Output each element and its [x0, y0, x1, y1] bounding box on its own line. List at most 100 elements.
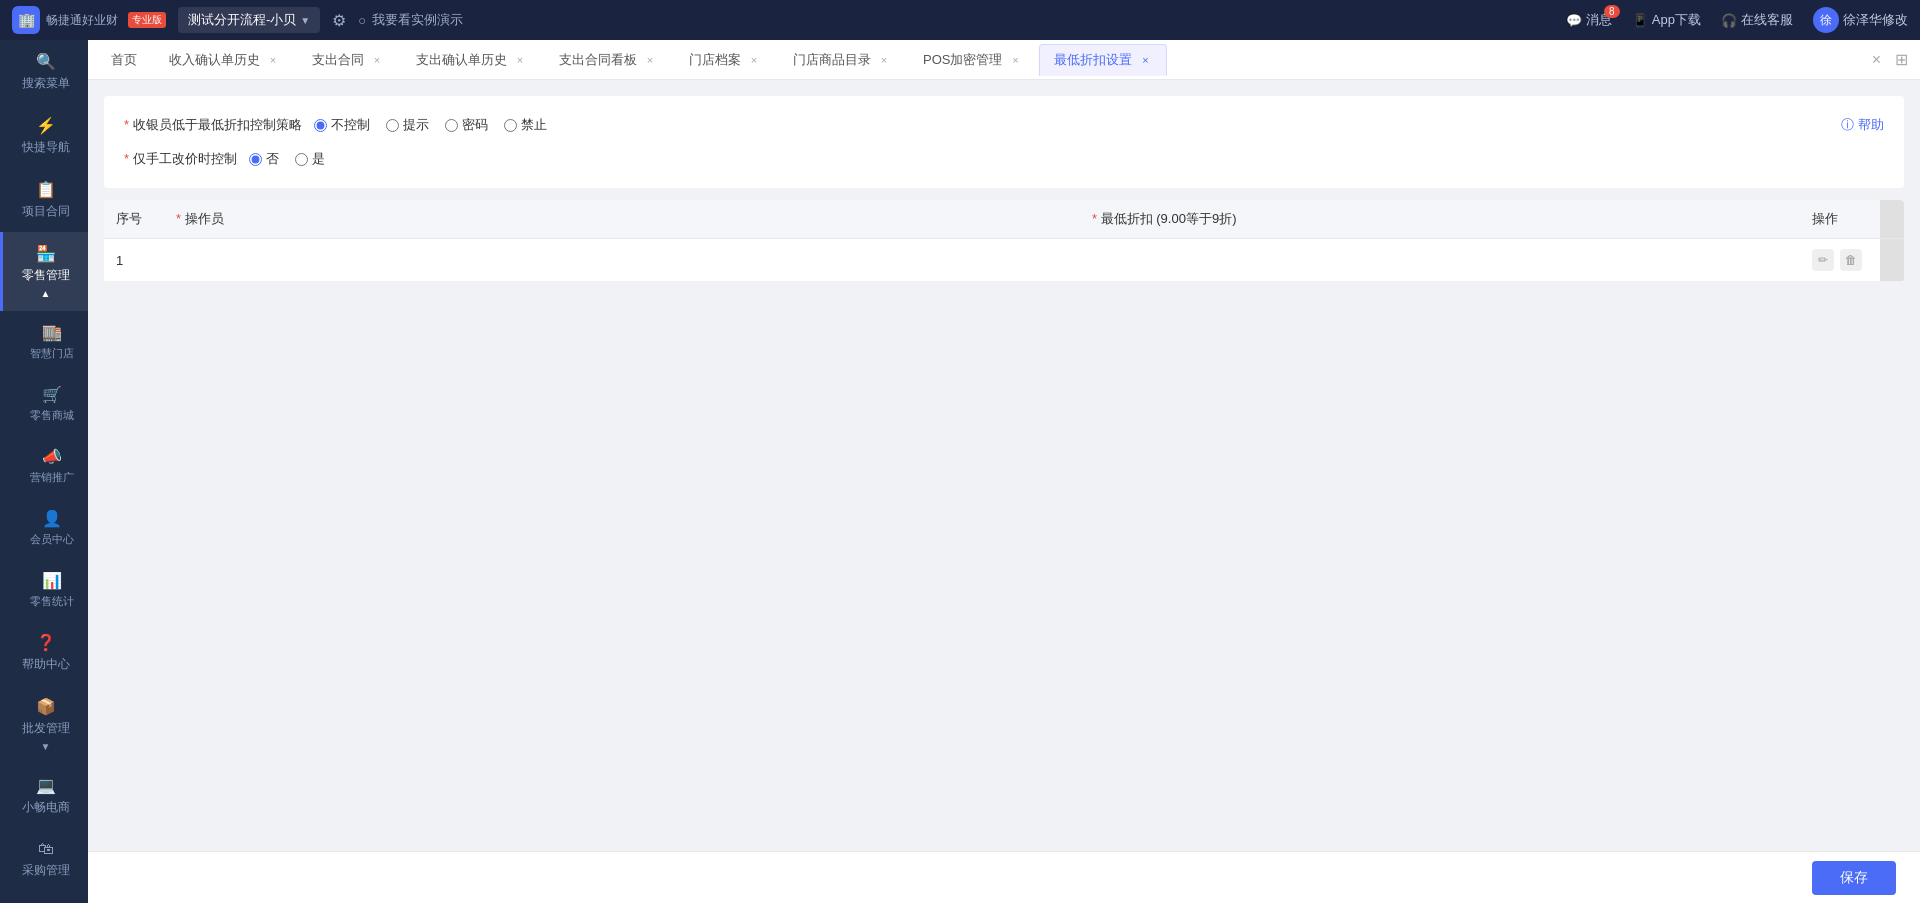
help-link[interactable]: ⓘ 帮助: [1841, 116, 1884, 134]
tab-payment-board-label: 支出合同看板: [559, 51, 637, 69]
tab-income-confirm-close[interactable]: ×: [266, 53, 280, 67]
sidebar-item-inventory[interactable]: 📦 库存核算: [0, 891, 88, 903]
user-name: 徐泽华修改: [1843, 11, 1908, 29]
message-icon: 💬: [1566, 13, 1582, 28]
sidebar-label-shortcut: 快捷导航: [22, 139, 70, 156]
tab-payment-board[interactable]: 支出合同看板 ×: [544, 44, 672, 75]
tab-min-discount-close[interactable]: ×: [1138, 53, 1152, 67]
help-icon: ⓘ: [1841, 116, 1854, 134]
user-menu[interactable]: 徐 徐泽华修改: [1813, 7, 1908, 33]
sidebar-item-project[interactable]: 📋 项目合同: [0, 168, 88, 232]
tab-home-label: 首页: [111, 51, 137, 69]
sidebar-label-member: 会员中心: [30, 532, 74, 547]
member-icon: 👤: [42, 509, 62, 528]
sidebar-item-online-store[interactable]: 🛒 零售商城: [0, 373, 88, 435]
manual-price-radio-group: 否 是: [249, 150, 325, 168]
sidebar-item-search[interactable]: 🔍 搜索菜单: [0, 40, 88, 104]
customer-service-label: 在线客服: [1741, 11, 1793, 29]
sidebar-item-wholesale[interactable]: 📦 批发管理 ▼: [0, 685, 88, 764]
tab-payment-contract-close[interactable]: ×: [370, 53, 384, 67]
sidebar-item-purchase[interactable]: 🛍 采购管理: [0, 828, 88, 891]
radio-manual-no-input[interactable]: [249, 153, 262, 166]
radio-manual-no-label: 否: [266, 150, 279, 168]
sidebar-item-ecommerce[interactable]: 💻 小畅电商: [0, 764, 88, 828]
tab-more-btn[interactable]: ⊞: [1891, 48, 1912, 71]
table-row: 1 ✏ 🗑: [104, 239, 1904, 282]
project-icon: 📋: [36, 180, 56, 199]
tab-payment-contract[interactable]: 支出合同 ×: [297, 44, 399, 75]
radio-forbid-input[interactable]: [504, 119, 517, 132]
sidebar-item-member[interactable]: 👤 会员中心: [0, 497, 88, 559]
settings-form-card: 收银员低于最低折扣控制策略 不控制 提示 密码: [104, 96, 1904, 188]
radio-no-control-input[interactable]: [314, 119, 327, 132]
radio-hint-input[interactable]: [386, 119, 399, 132]
tab-payment-contract-label: 支出合同: [312, 51, 364, 69]
logo-icon: 🏢: [12, 6, 40, 34]
online-store-icon: 🛒: [42, 385, 62, 404]
sidebar: 🔍 搜索菜单 ⚡ 快捷导航 📋 项目合同 🏪 零售管理 ▲ 🏬 智慧门店 🛒 零…: [0, 40, 88, 903]
project-name: 测试分开流程-小贝: [188, 11, 296, 29]
radio-no-control[interactable]: 不控制: [314, 116, 370, 134]
tab-bar: 首页 收入确认单历史 × 支出合同 × 支出确认单历史 × 支出合同看板 × 门…: [88, 40, 1920, 80]
sidebar-item-shortcut[interactable]: ⚡ 快捷导航: [0, 104, 88, 168]
edit-btn[interactable]: ✏: [1812, 249, 1834, 271]
radio-password-label: 密码: [462, 116, 488, 134]
tab-payment-confirm-close[interactable]: ×: [513, 53, 527, 67]
demo-link[interactable]: ○ 我要看实例演示: [358, 11, 463, 29]
avatar: 徐: [1813, 7, 1839, 33]
logo-area: 🏢 畅捷通好业财 专业版: [12, 6, 166, 34]
sidebar-item-retail[interactable]: 🏪 零售管理 ▲: [0, 232, 88, 311]
tab-min-discount[interactable]: 最低折扣设置 ×: [1039, 44, 1167, 76]
radio-hint[interactable]: 提示: [386, 116, 429, 134]
sidebar-item-help[interactable]: ❓ 帮助中心: [0, 621, 88, 685]
col-operator: 操作员: [164, 200, 1080, 239]
sidebar-label-project: 项目合同: [22, 203, 70, 220]
tab-close-btn[interactable]: ×: [1868, 49, 1885, 71]
delete-btn[interactable]: 🗑: [1840, 249, 1862, 271]
tab-payment-confirm[interactable]: 支出确认单历史 ×: [401, 44, 542, 75]
cell-min-discount[interactable]: [1080, 239, 1800, 282]
sidebar-label-help: 帮助中心: [22, 656, 70, 673]
help-icon: ❓: [36, 633, 56, 652]
discount-table-wrapper: 序号 操作员 最低折扣 (9.00等于9折) 操作 1: [104, 200, 1904, 282]
project-selector[interactable]: 测试分开流程-小贝 ▼: [178, 7, 320, 33]
purchase-icon: 🛍: [38, 840, 54, 858]
radio-forbid[interactable]: 禁止: [504, 116, 547, 134]
tab-payment-board-close[interactable]: ×: [643, 53, 657, 67]
tab-payment-confirm-label: 支出确认单历史: [416, 51, 507, 69]
sidebar-item-retail-stats[interactable]: 📊 零售统计: [0, 559, 88, 621]
sidebar-item-smart-store[interactable]: 🏬 智慧门店: [0, 311, 88, 373]
messages-btn[interactable]: 💬 消息 8: [1566, 11, 1612, 29]
cell-action: ✏ 🗑: [1800, 239, 1880, 282]
cell-operator[interactable]: [164, 239, 1080, 282]
tab-pos-encrypt-close[interactable]: ×: [1008, 53, 1022, 67]
tab-income-confirm[interactable]: 收入确认单历史 ×: [154, 44, 295, 75]
topbar-settings-icon[interactable]: ⚙: [332, 11, 346, 30]
app-download-btn[interactable]: 📱 App下载: [1632, 11, 1701, 29]
save-button[interactable]: 保存: [1812, 861, 1896, 895]
page-content: 收银员低于最低折扣控制策略 不控制 提示 密码: [88, 80, 1920, 851]
app-download-label: App下载: [1652, 11, 1701, 29]
sidebar-item-marketing[interactable]: 📣 营销推广: [0, 435, 88, 497]
radio-manual-no[interactable]: 否: [249, 150, 279, 168]
radio-password-input[interactable]: [445, 119, 458, 132]
shortcut-icon: ⚡: [36, 116, 56, 135]
tab-store-goods-close[interactable]: ×: [877, 53, 891, 67]
tab-store-goods[interactable]: 门店商品目录 ×: [778, 44, 906, 75]
radio-password[interactable]: 密码: [445, 116, 488, 134]
marketing-icon: 📣: [42, 447, 62, 466]
tab-store-file-close[interactable]: ×: [747, 53, 761, 67]
col-seq: 序号: [104, 200, 164, 239]
tab-income-confirm-label: 收入确认单历史: [169, 51, 260, 69]
table-header-row: 序号 操作员 最低折扣 (9.00等于9折) 操作: [104, 200, 1904, 239]
messages-badge: 8: [1604, 5, 1620, 18]
radio-manual-yes-input[interactable]: [295, 153, 308, 166]
smart-store-icon: 🏬: [42, 323, 62, 342]
tab-home[interactable]: 首页: [96, 44, 152, 75]
radio-manual-yes[interactable]: 是: [295, 150, 325, 168]
help-text: 帮助: [1858, 116, 1884, 134]
wholesale-expand-icon: ▼: [41, 741, 51, 752]
customer-service-btn[interactable]: 🎧 在线客服: [1721, 11, 1793, 29]
tab-store-file[interactable]: 门店档案 ×: [674, 44, 776, 75]
tab-pos-encrypt[interactable]: POS加密管理 ×: [908, 44, 1037, 75]
